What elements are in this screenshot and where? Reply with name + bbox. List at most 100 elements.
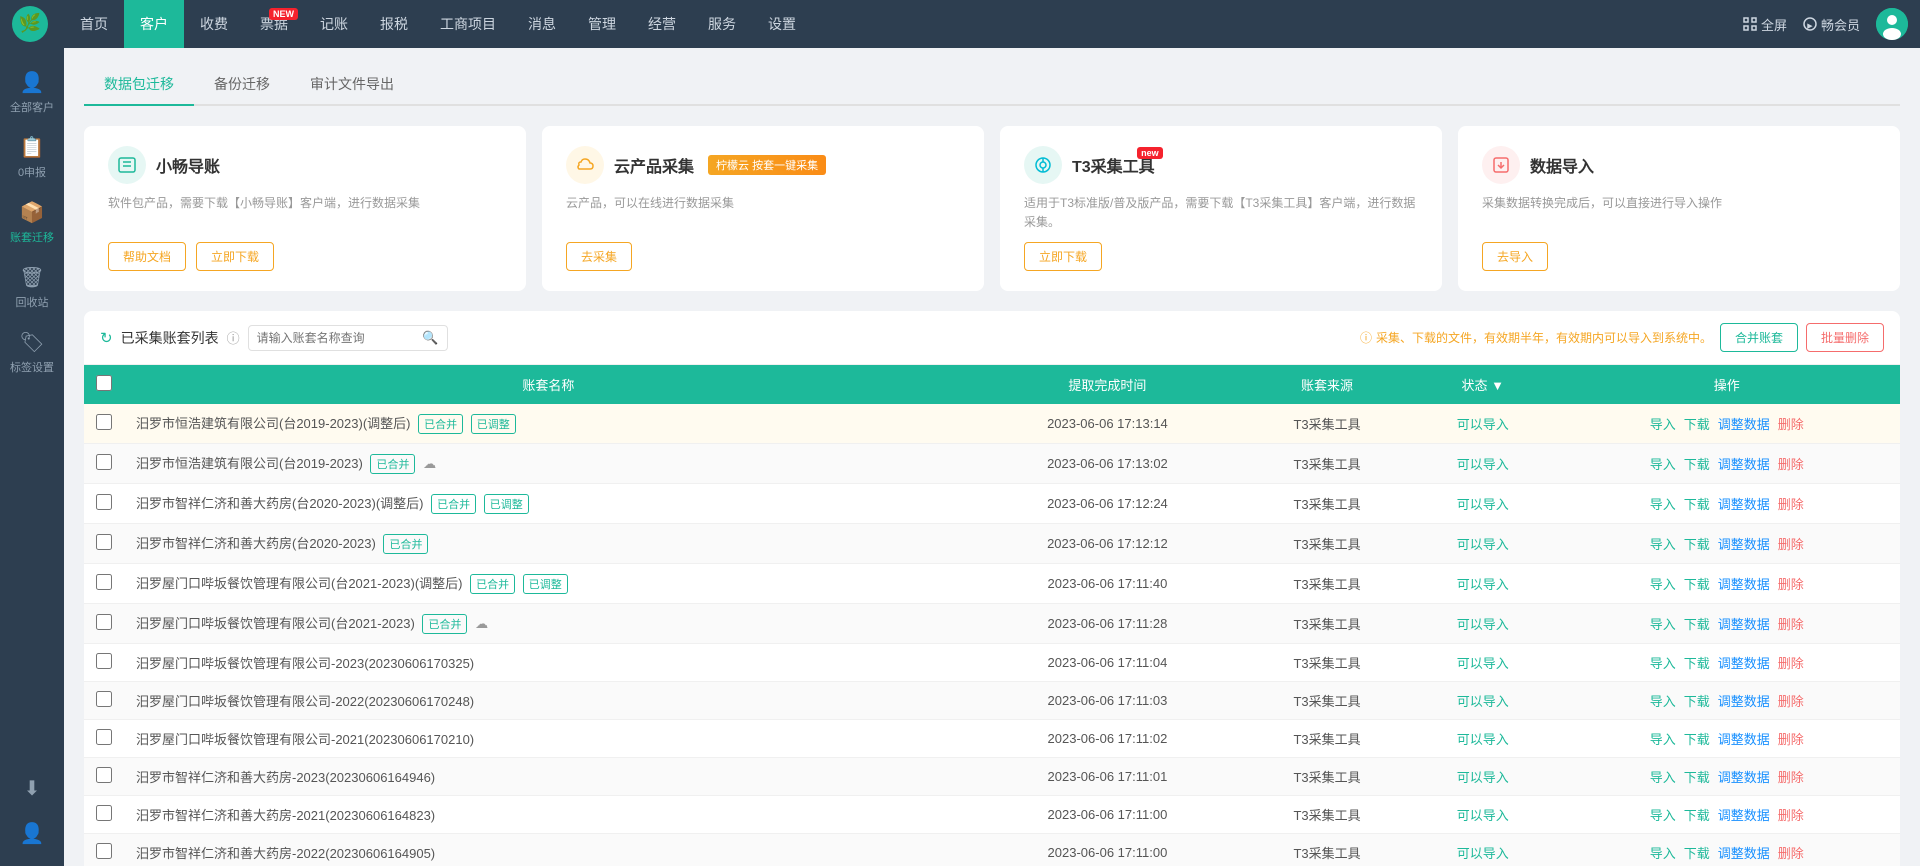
action-删除[interactable]: 删除: [1778, 537, 1804, 552]
nav-home[interactable]: 首页: [64, 0, 124, 48]
action-导入[interactable]: 导入: [1650, 537, 1676, 552]
sidebar-item-account-migration[interactable]: 📦 账套迁移: [0, 190, 64, 255]
action-导入[interactable]: 导入: [1650, 808, 1676, 823]
nav-manage[interactable]: 管理: [572, 0, 632, 48]
action-导入[interactable]: 导入: [1650, 457, 1676, 472]
action-删除[interactable]: 删除: [1778, 656, 1804, 671]
action-导入[interactable]: 导入: [1650, 732, 1676, 747]
action-导入[interactable]: 导入: [1650, 846, 1676, 861]
row-name: 汨罗市恒浩建筑有限公司(台2019-2023)(调整后): [136, 416, 411, 431]
download-now-btn-1[interactable]: 立即下载: [196, 242, 274, 271]
nav-bookkeeping[interactable]: 记账: [304, 0, 364, 48]
action-下载[interactable]: 下载: [1684, 497, 1710, 512]
action-调整数据[interactable]: 调整数据: [1718, 457, 1770, 472]
action-下载[interactable]: 下载: [1684, 770, 1710, 785]
fullscreen-btn[interactable]: 全屏: [1743, 15, 1787, 34]
action-调整数据[interactable]: 调整数据: [1718, 617, 1770, 632]
nav-message[interactable]: 消息: [512, 0, 572, 48]
action-调整数据[interactable]: 调整数据: [1718, 417, 1770, 432]
row-checkbox[interactable]: [96, 454, 112, 470]
nav-operation[interactable]: 经营: [632, 0, 692, 48]
action-调整数据[interactable]: 调整数据: [1718, 577, 1770, 592]
action-导入[interactable]: 导入: [1650, 497, 1676, 512]
search-icon[interactable]: 🔍: [422, 330, 438, 346]
nav-invoice[interactable]: 票据 new: [244, 0, 304, 48]
refresh-icon[interactable]: ↻: [100, 329, 113, 347]
action-下载[interactable]: 下载: [1684, 537, 1710, 552]
nav-customer[interactable]: 客户: [124, 0, 184, 48]
action-删除[interactable]: 删除: [1778, 417, 1804, 432]
action-调整数据[interactable]: 调整数据: [1718, 497, 1770, 512]
row-checkbox[interactable]: [96, 414, 112, 430]
action-导入[interactable]: 导入: [1650, 617, 1676, 632]
row-checkbox[interactable]: [96, 805, 112, 821]
download-now-btn-3[interactable]: 立即下载: [1024, 242, 1102, 271]
action-删除[interactable]: 删除: [1778, 497, 1804, 512]
row-checkbox[interactable]: [96, 653, 112, 669]
row-checkbox[interactable]: [96, 614, 112, 630]
action-删除[interactable]: 删除: [1778, 457, 1804, 472]
action-调整数据[interactable]: 调整数据: [1718, 770, 1770, 785]
row-checkbox[interactable]: [96, 494, 112, 510]
action-下载[interactable]: 下载: [1684, 808, 1710, 823]
tab-audit-export[interactable]: 审计文件导出: [290, 64, 414, 106]
row-checkbox[interactable]: [96, 574, 112, 590]
search-input[interactable]: [257, 331, 419, 345]
tab-data-migration[interactable]: 数据包迁移: [84, 64, 194, 106]
action-删除[interactable]: 删除: [1778, 577, 1804, 592]
row-checkbox[interactable]: [96, 767, 112, 783]
avatar[interactable]: [1876, 8, 1908, 40]
nav-business[interactable]: 工商项目: [424, 0, 512, 48]
tab-backup-migration[interactable]: 备份迁移: [194, 64, 290, 106]
action-调整数据[interactable]: 调整数据: [1718, 808, 1770, 823]
action-下载[interactable]: 下载: [1684, 694, 1710, 709]
action-调整数据[interactable]: 调整数据: [1718, 656, 1770, 671]
col-status[interactable]: 状态 ▼: [1412, 365, 1554, 404]
member-btn[interactable]: ▶ 畅会员: [1803, 15, 1860, 34]
nav-settings[interactable]: 设置: [752, 0, 812, 48]
sidebar-item-recycle[interactable]: 🗑 回收站: [0, 255, 64, 320]
row-checkbox[interactable]: [96, 843, 112, 859]
sidebar-profile-btn[interactable]: 👤: [20, 813, 45, 854]
action-导入[interactable]: 导入: [1650, 656, 1676, 671]
action-下载[interactable]: 下载: [1684, 457, 1710, 472]
action-删除[interactable]: 删除: [1778, 808, 1804, 823]
sidebar-download-btn[interactable]: ⬇: [20, 768, 45, 809]
batch-delete-btn[interactable]: 批量删除: [1806, 323, 1884, 352]
action-导入[interactable]: 导入: [1650, 770, 1676, 785]
nav-service[interactable]: 服务: [692, 0, 752, 48]
merge-btn[interactable]: 合并账套: [1720, 323, 1798, 352]
action-调整数据[interactable]: 调整数据: [1718, 694, 1770, 709]
row-checkbox[interactable]: [96, 534, 112, 550]
action-导入[interactable]: 导入: [1650, 577, 1676, 592]
row-checkbox[interactable]: [96, 729, 112, 745]
sidebar-item-all-customers[interactable]: 👤 全部客户: [0, 60, 64, 125]
action-下载[interactable]: 下载: [1684, 577, 1710, 592]
action-导入[interactable]: 导入: [1650, 417, 1676, 432]
sidebar-item-label-settings[interactable]: 🏷 标签设置: [0, 320, 64, 385]
action-删除[interactable]: 删除: [1778, 617, 1804, 632]
app-logo[interactable]: 🌿: [12, 6, 48, 42]
help-icon[interactable]: ⓘ: [227, 328, 240, 347]
go-import-btn[interactable]: 去导入: [1482, 242, 1548, 271]
action-下载[interactable]: 下载: [1684, 732, 1710, 747]
action-删除[interactable]: 删除: [1778, 732, 1804, 747]
nav-tax[interactable]: 报税: [364, 0, 424, 48]
action-调整数据[interactable]: 调整数据: [1718, 732, 1770, 747]
action-删除[interactable]: 删除: [1778, 694, 1804, 709]
action-调整数据[interactable]: 调整数据: [1718, 537, 1770, 552]
nav-fee[interactable]: 收费: [184, 0, 244, 48]
sidebar-item-zero-report[interactable]: 📋 0申报: [0, 125, 64, 190]
action-下载[interactable]: 下载: [1684, 656, 1710, 671]
select-all-checkbox[interactable]: [96, 375, 112, 391]
help-doc-btn[interactable]: 帮助文档: [108, 242, 186, 271]
action-下载[interactable]: 下载: [1684, 617, 1710, 632]
row-checkbox[interactable]: [96, 691, 112, 707]
action-下载[interactable]: 下载: [1684, 417, 1710, 432]
action-调整数据[interactable]: 调整数据: [1718, 846, 1770, 861]
action-导入[interactable]: 导入: [1650, 694, 1676, 709]
go-collect-btn[interactable]: 去采集: [566, 242, 632, 271]
action-下载[interactable]: 下载: [1684, 846, 1710, 861]
action-删除[interactable]: 删除: [1778, 770, 1804, 785]
action-删除[interactable]: 删除: [1778, 846, 1804, 861]
